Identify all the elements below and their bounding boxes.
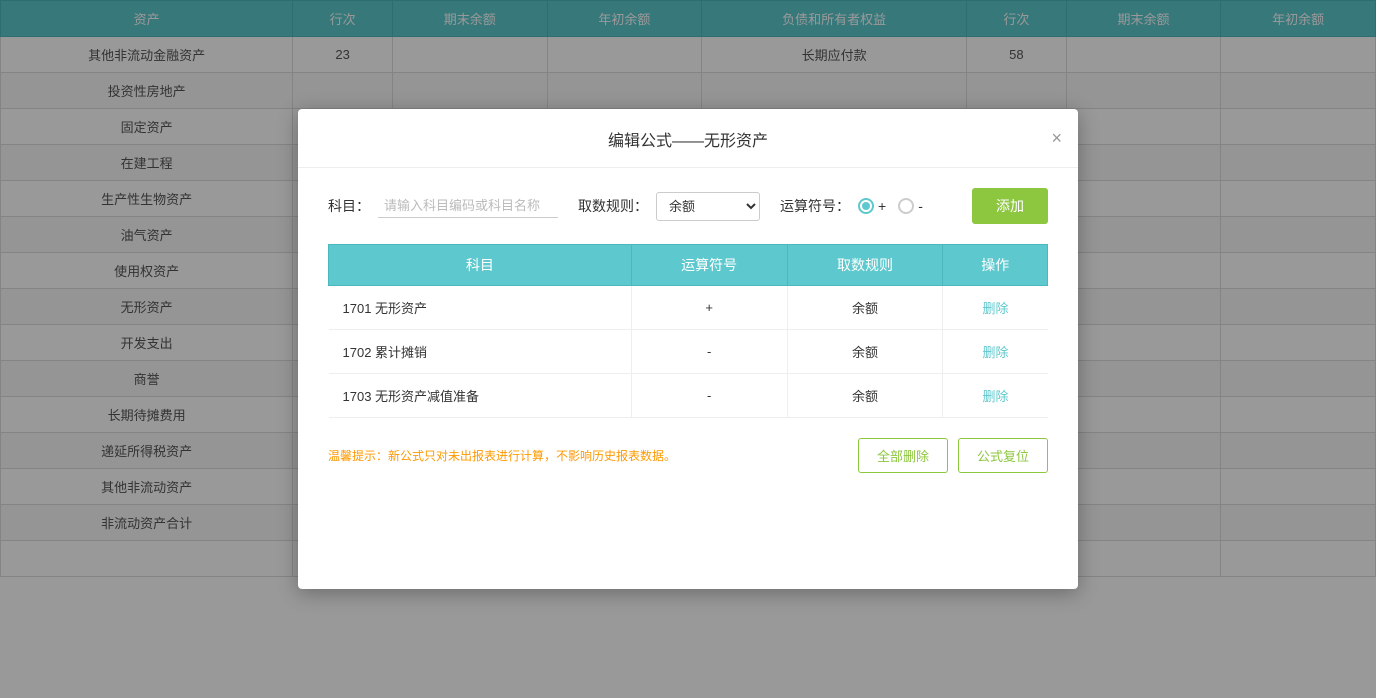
radio-plus-label: + (878, 198, 886, 214)
subject-input[interactable] (378, 194, 558, 218)
modal-close-button[interactable]: × (1051, 129, 1062, 147)
modal-title: 编辑公式——无形资产 (608, 133, 768, 150)
reset-formula-button[interactable]: 公式复位 (958, 438, 1048, 473)
delete-all-button[interactable]: 全部删除 (858, 438, 948, 473)
radio-minus-circle (898, 198, 914, 214)
radio-minus[interactable]: - (898, 198, 923, 214)
rule-select[interactable]: 余额 借方发生额 贷方发生额 (656, 192, 760, 221)
col-header-rule: 取数规则 (787, 245, 943, 286)
radio-plus-circle (858, 198, 874, 214)
footer-buttons: 全部删除 公式复位 (858, 438, 1048, 473)
delete-link[interactable]: 删除 (982, 389, 1008, 404)
form-row: 科目： 取数规则： 余额 借方发生额 贷方发生额 运算符号： + (298, 168, 1078, 244)
add-button[interactable]: 添加 (972, 188, 1048, 224)
table-row: 1702 累计摊销 - 余额 删除 (329, 330, 1048, 374)
data-table-wrap: 科目 运算符号 取数规则 操作 1701 无形资产 + 余额 删除 1702 累… (298, 244, 1078, 418)
col-header-action: 操作 (943, 245, 1048, 286)
table-row: 1703 无形资产减值准备 - 余额 删除 (329, 374, 1048, 418)
modal-overlay: 编辑公式——无形资产 × 科目： 取数规则： 余额 借方发生额 贷方发生额 运算… (0, 0, 1376, 698)
col-header-operator: 运算符号 (631, 245, 787, 286)
subject-label: 科目： (328, 196, 370, 216)
rule-label: 取数规则： (578, 196, 648, 216)
table-row: 1701 无形资产 + 余额 删除 (329, 286, 1048, 330)
rule-group: 取数规则： 余额 借方发生额 贷方发生额 (578, 192, 760, 221)
delete-link[interactable]: 删除 (982, 345, 1008, 360)
subject-group: 科目： (328, 194, 558, 218)
modal-footer: 温馨提示：新公式只对未出报表进行计算，不影响历史报表数据。 全部删除 公式复位 (298, 418, 1078, 483)
radio-minus-label: - (918, 198, 923, 214)
operator-label: 运算符号： (780, 196, 850, 216)
footer-tip: 温馨提示：新公式只对未出报表进行计算，不影响历史报表数据。 (328, 447, 676, 464)
col-header-subject: 科目 (329, 245, 632, 286)
operator-group: 运算符号： + - (780, 196, 923, 216)
radio-group: + - (858, 198, 923, 214)
delete-link[interactable]: 删除 (982, 301, 1008, 316)
data-table: 科目 运算符号 取数规则 操作 1701 无形资产 + 余额 删除 1702 累… (328, 244, 1048, 418)
radio-plus[interactable]: + (858, 198, 886, 214)
modal-header: 编辑公式——无形资产 × (298, 109, 1078, 168)
modal-dialog: 编辑公式——无形资产 × 科目： 取数规则： 余额 借方发生额 贷方发生额 运算… (298, 109, 1078, 589)
